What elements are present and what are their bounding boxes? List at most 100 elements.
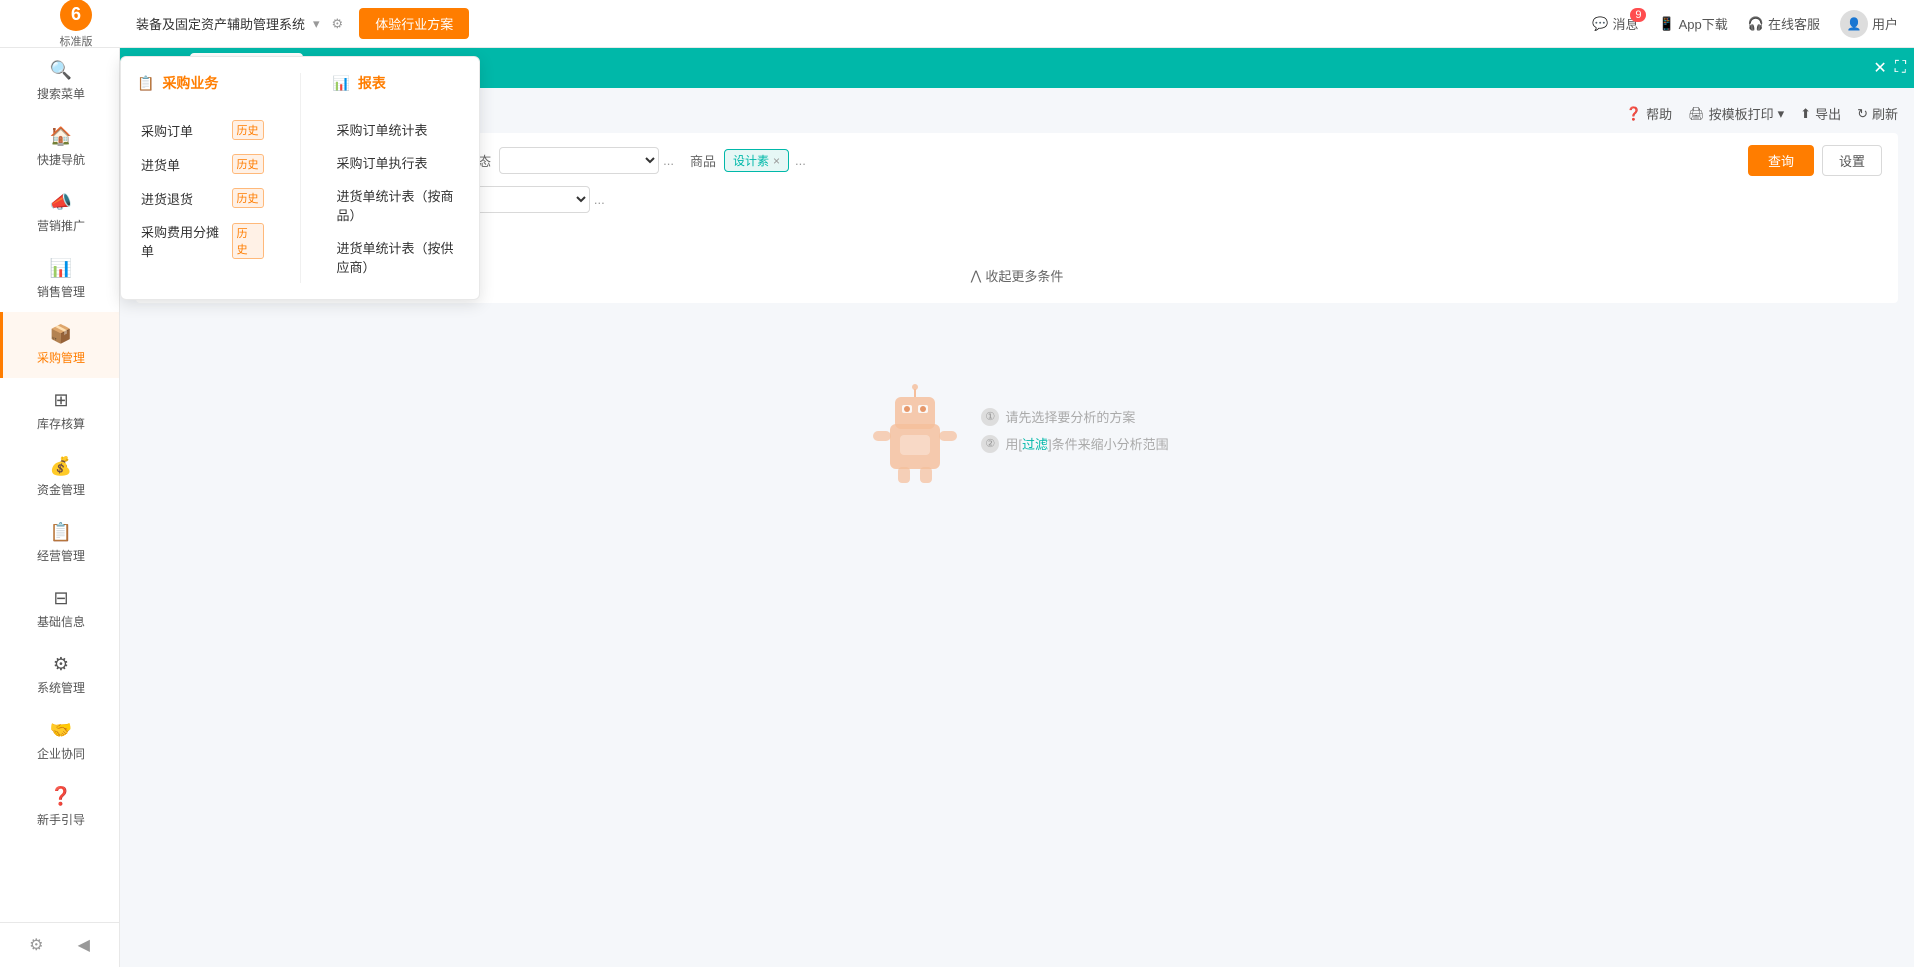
- collapse-sidebar-icon[interactable]: ◀: [78, 935, 90, 955]
- purchase-order-label: 采购订单: [141, 121, 193, 140]
- sidebar-item-basic[interactable]: ⊟ 基础信息: [0, 576, 119, 642]
- dropdown-item-purchase-order-stats[interactable]: 采购订单统计表: [333, 113, 464, 146]
- report-col: 📊 报表 采购订单统计表 采购订单执行表 进货单统计表（按商品） 进货单统计表（…: [333, 73, 464, 283]
- purchase-expense-label: 采购费用分摊单: [141, 222, 232, 260]
- help-icon: ❓: [1626, 106, 1642, 122]
- settings-button[interactable]: 设置: [1822, 145, 1882, 176]
- purchase-col-icon: 📋: [137, 75, 154, 92]
- dropdown-divider: [300, 73, 301, 283]
- close-all-tabs-icon[interactable]: ✕: [1873, 58, 1886, 78]
- purchase-order-history: 历史: [232, 120, 264, 140]
- doc-status-dots[interactable]: ...: [663, 153, 674, 168]
- hint-text-1: 请先选择要分析的方案: [1005, 407, 1135, 426]
- sidebar-bottom: ⚙ ◀: [0, 922, 119, 967]
- dropdown-item-purchase-order-exec[interactable]: 采购订单执行表: [333, 146, 464, 179]
- refresh-icon: ↻: [1857, 106, 1868, 122]
- sidebar-item-marketing[interactable]: 📣 营销推广: [0, 180, 119, 246]
- phone-icon: 📱: [1658, 16, 1674, 32]
- dropdown-item-purchase-order[interactable]: 采购订单 历史: [137, 113, 268, 147]
- empty-state: ① 请先选择要分析的方案 ② 用[过滤]条件来缩小分析范围: [136, 319, 1898, 549]
- export-label: 导出: [1815, 104, 1841, 123]
- enterprise-icon: 🤝: [50, 720, 72, 741]
- industry-action-button[interactable]: 体验行业方案: [359, 8, 469, 39]
- sidebar-item-system[interactable]: ⚙ 系统管理: [0, 642, 119, 708]
- logo-text: 标准版: [60, 33, 93, 49]
- query-button[interactable]: 查询: [1748, 145, 1814, 176]
- help-button[interactable]: ❓ 帮助: [1626, 104, 1672, 123]
- report-col-icon: 📊: [333, 75, 350, 92]
- hint-num-2: ②: [981, 435, 999, 453]
- search-icon: 🔍: [50, 60, 72, 81]
- print-dropdown-icon[interactable]: ▾: [1778, 106, 1785, 122]
- dropdown-item-goods-return[interactable]: 进货退货 历史: [137, 181, 268, 215]
- salesman-dots[interactable]: ...: [594, 192, 605, 207]
- empty-robot-illustration: [865, 379, 965, 489]
- guide-icon: ❓: [50, 786, 72, 807]
- sidebar-item-inventory[interactable]: ⊞ 库存核算: [0, 378, 119, 444]
- doc-status-select[interactable]: [499, 147, 659, 174]
- print-label: 按模板打印: [1709, 104, 1774, 123]
- collapse-up-icon: ⋀: [971, 268, 982, 284]
- avatar: 👤: [1840, 10, 1868, 38]
- sidebar-item-finance[interactable]: 💰 资金管理: [0, 444, 119, 510]
- sidebar-item-label-sales: 销售管理: [37, 283, 85, 300]
- logo: 6 标准版: [16, 0, 136, 49]
- refresh-button[interactable]: ↻ 刷新: [1857, 104, 1898, 123]
- topbar-right: 💬 消息 9 📱 App下载 🎧 在线客服 👤 用户: [1592, 10, 1898, 38]
- sidebar-item-purchase[interactable]: 📦 采购管理: [0, 312, 119, 378]
- sidebar-item-label-operation: 经营管理: [37, 547, 85, 564]
- goods-tag-text: 设计素: [733, 152, 769, 169]
- goods-dots[interactable]: ...: [795, 153, 806, 168]
- sidebar-item-guide[interactable]: ❓ 新手引导: [0, 774, 119, 840]
- system-gear-icon[interactable]: ⚙: [332, 16, 344, 32]
- print-icon: 🖨: [1688, 106, 1705, 122]
- sidebar-item-operation[interactable]: 📋 经营管理: [0, 510, 119, 576]
- expand-window-icon[interactable]: ⛶: [1895, 59, 1906, 77]
- goods-stats-supplier-label: 进货单统计表（按供应商）: [337, 238, 460, 276]
- sales-icon: 📊: [50, 258, 72, 279]
- system-name: 装备及固定资产辅助管理系统: [136, 14, 305, 33]
- dropdown-item-purchase-expense[interactable]: 采购费用分摊单 历史: [137, 215, 268, 267]
- message-badge: 9: [1630, 8, 1646, 22]
- online-service-button[interactable]: 🎧 在线客服: [1748, 14, 1820, 33]
- sidebar-item-label-basic: 基础信息: [37, 613, 85, 630]
- marketing-icon: 📣: [50, 192, 72, 213]
- system-icon: ⚙: [53, 654, 69, 675]
- goods-tag-remove[interactable]: ×: [773, 154, 780, 168]
- system-info: 装备及固定资产辅助管理系统 ▾ ⚙: [136, 14, 343, 33]
- dropdown-item-goods-stats-supplier[interactable]: 进货单统计表（按供应商）: [333, 231, 464, 283]
- goods-tag: 设计素 ×: [724, 149, 789, 172]
- hint-text-2: 用[过滤]条件来缩小分析范围: [1005, 434, 1168, 453]
- sidebar-item-label-inventory: 库存核算: [37, 415, 85, 432]
- sidebar-item-label-enterprise: 企业协同: [37, 745, 85, 762]
- message-button[interactable]: 💬 消息 9: [1592, 14, 1638, 33]
- goods-return-history: 历史: [232, 188, 264, 208]
- goods-receipt-history: 历史: [232, 154, 264, 174]
- system-dropdown-arrow[interactable]: ▾: [313, 16, 320, 32]
- sidebar-item-quick[interactable]: 🏠 快捷导航: [0, 114, 119, 180]
- collapse-button[interactable]: ⋀ 收起更多条件: [971, 260, 1064, 291]
- sidebar-item-sales[interactable]: 📊 销售管理: [0, 246, 119, 312]
- purchase-order-stats-label: 采购订单统计表: [337, 120, 428, 139]
- purchase-dropdown-menu: 📋 采购业务 采购订单 历史 进货单 历史 进货退货 历史 采购费用分摊单 历史…: [120, 56, 480, 300]
- user-menu-button[interactable]: 👤 用户: [1840, 10, 1898, 38]
- refresh-label: 刷新: [1872, 104, 1898, 123]
- topbar: 6 标准版 装备及固定资产辅助管理系统 ▾ ⚙ 体验行业方案 💬 消息 9 📱 …: [0, 0, 1914, 48]
- inventory-icon: ⊞: [53, 390, 68, 411]
- goods-label: 商品: [690, 151, 716, 170]
- dropdown-item-goods-receipt[interactable]: 进货单 历史: [137, 147, 268, 181]
- report-col-title: 📊 报表: [333, 73, 464, 101]
- app-download-button[interactable]: 📱 App下载: [1658, 14, 1727, 33]
- goods-filter: 商品 设计素 × ...: [690, 149, 806, 172]
- message-icon: 💬: [1592, 16, 1608, 32]
- export-button[interactable]: ⬆ 导出: [1800, 104, 1841, 123]
- sidebar-item-label-finance: 资金管理: [37, 481, 85, 498]
- dropdown-item-goods-stats-product[interactable]: 进货单统计表（按商品）: [333, 179, 464, 231]
- print-button[interactable]: 🖨 按模板打印 ▾: [1688, 104, 1784, 123]
- sidebar-item-search[interactable]: 🔍 搜索菜单: [0, 48, 119, 114]
- sidebar: 🔍 搜索菜单 🏠 快捷导航 📣 营销推广 📊 销售管理 📦 采购管理 ⊞ 库存核…: [0, 48, 120, 967]
- sidebar-item-enterprise[interactable]: 🤝 企业协同: [0, 708, 119, 774]
- goods-stats-product-label: 进货单统计表（按商品）: [337, 186, 460, 224]
- settings-bottom-icon[interactable]: ⚙: [29, 935, 43, 955]
- home-icon: 🏠: [50, 126, 72, 147]
